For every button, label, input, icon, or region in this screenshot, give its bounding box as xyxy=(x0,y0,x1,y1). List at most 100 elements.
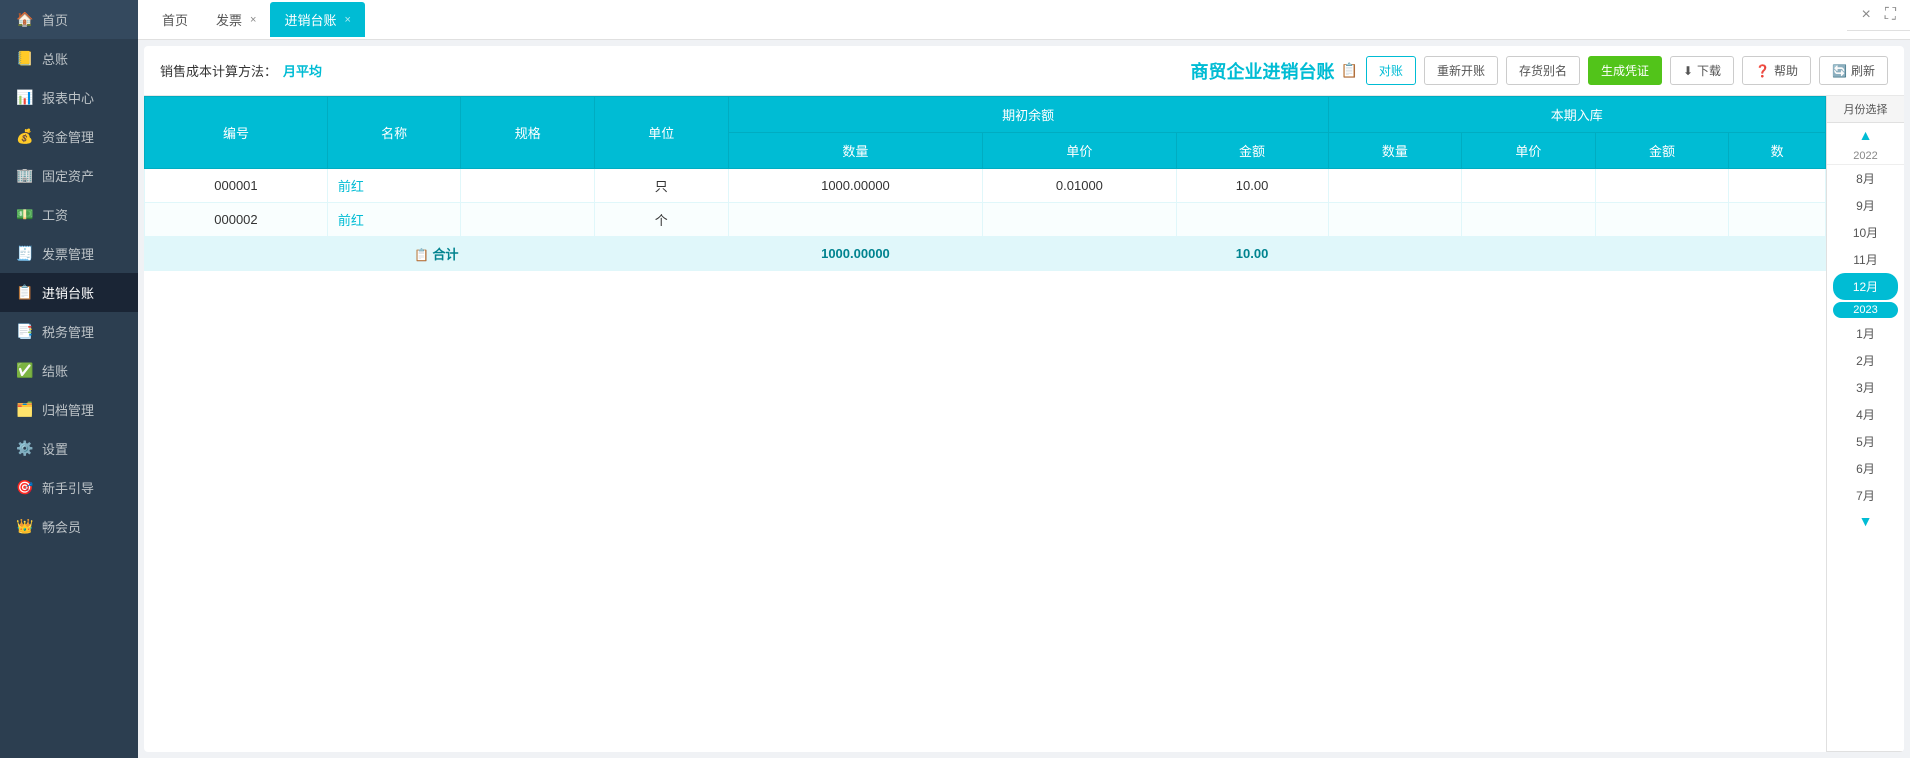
cell-in-price xyxy=(1462,203,1596,237)
sidebar-icon-report: 📊 xyxy=(16,89,34,106)
month-item-2022-9月[interactable]: 9月 xyxy=(1827,192,1904,219)
sidebar-label-archive: 归档管理 xyxy=(42,400,94,419)
sidebar-label-settings: 设置 xyxy=(42,439,68,458)
total-in-price xyxy=(1462,237,1596,271)
tab-bar: 首页发票×进销台账× xyxy=(138,0,1910,40)
tab-home[interactable]: 首页 xyxy=(148,2,202,37)
tab-close-tab-purchase-sale[interactable]: × xyxy=(344,14,350,26)
total-init-amount: 10.00 xyxy=(1176,237,1328,271)
sidebar-item-settings[interactable]: ⚙️ 设置 xyxy=(0,429,138,468)
month-picker-header: 月份选择 xyxy=(1827,96,1904,123)
cell-unit: 只 xyxy=(595,169,729,203)
month-item-2023-5月[interactable]: 5月 xyxy=(1827,428,1904,455)
refresh-icon: 🔄 xyxy=(1832,64,1847,78)
month-item-2022-12月[interactable]: 12月 xyxy=(1833,273,1898,300)
sidebar: 🏠 首页 📒总账📊报表中心💰资金管理 🏢 固定资产 💵工资🧾发票管理📋进销台账📑税务管理✅… xyxy=(0,0,138,758)
save-alias-button[interactable]: 存货别名 xyxy=(1506,56,1580,85)
sidebar-item-fund[interactable]: 💰资金管理 xyxy=(0,117,138,156)
sidebar-item-vip[interactable]: 👑 畅会员 xyxy=(0,507,138,546)
sidebar-item-archive[interactable]: 🗂️ 归档管理 xyxy=(0,390,138,429)
tab-invoice[interactable]: 发票 × xyxy=(202,2,270,37)
th-id: 编号 xyxy=(145,97,328,169)
duizhang-button[interactable]: 对账 xyxy=(1366,56,1416,85)
sidebar-item-salary[interactable]: 💵工资 xyxy=(0,195,138,234)
tab-label-tab-home: 首页 xyxy=(162,10,188,29)
cell-unit: 个 xyxy=(595,203,729,237)
table-total-row: 📋 合计 1000.00000 10.00 xyxy=(145,237,1826,271)
sidebar-icon-fund: 💰 xyxy=(16,128,34,145)
reopen-button[interactable]: 重新开账 xyxy=(1424,56,1498,85)
table-month-row: 编号 名称 规格 单位 期初余额 本期入库 数量 单价 金额 数量 xyxy=(144,96,1904,752)
sidebar-label-home: 首页 xyxy=(42,10,68,29)
sidebar-item-close[interactable]: ✅结账 xyxy=(0,351,138,390)
page-title-area: 商贸企业进销台账 📋 xyxy=(1190,58,1357,84)
minimize-button[interactable]: × xyxy=(1857,6,1874,24)
sidebar-icon-settings: ⚙️ xyxy=(16,440,34,457)
cost-method-value: 月平均 xyxy=(283,61,322,80)
generate-voucher-button[interactable]: 生成凭证 xyxy=(1588,56,1662,85)
cell-init-amount: 10.00 xyxy=(1176,169,1328,203)
sidebar-label-asset: 固定资产 xyxy=(42,166,94,185)
table-wrap[interactable]: 编号 名称 规格 单位 期初余额 本期入库 数量 单价 金额 数量 xyxy=(144,96,1826,752)
tab-label-tab-invoice: 发票 xyxy=(216,10,242,29)
sidebar-label-vip: 畅会员 xyxy=(42,517,81,536)
sidebar-item-guide[interactable]: 🎯新手引导 xyxy=(0,468,138,507)
cost-method-label: 销售成本计算方法： xyxy=(160,61,277,80)
total-label: 📋 合计 xyxy=(145,237,729,271)
total-init-qty: 1000.00000 xyxy=(728,237,983,271)
cell-init-qty: 1000.00000 xyxy=(728,169,983,203)
sidebar-label-guide: 新手引导 xyxy=(42,478,94,497)
th-init-price: 单价 xyxy=(983,133,1176,169)
month-item-2023-3月[interactable]: 3月 xyxy=(1827,374,1904,401)
tab-purchase-sale[interactable]: 进销台账× xyxy=(270,2,364,37)
month-item-2022-8月[interactable]: 8月 xyxy=(1827,165,1904,192)
help-icon: ❓ xyxy=(1755,64,1770,78)
sidebar-item-home[interactable]: 🏠 首页 xyxy=(0,0,138,39)
month-item-2023-1月[interactable]: 1月 xyxy=(1827,320,1904,347)
cell-in-amount xyxy=(1595,203,1729,237)
page-title: 商贸企业进销台账 xyxy=(1190,58,1334,84)
month-item-2023-4月[interactable]: 4月 xyxy=(1827,401,1904,428)
cell-name: 前红 xyxy=(327,203,461,237)
main-table: 编号 名称 规格 单位 期初余额 本期入库 数量 单价 金额 数量 xyxy=(144,96,1826,271)
sidebar-item-tax[interactable]: 📑税务管理 xyxy=(0,312,138,351)
refresh-button[interactable]: 🔄 刷新 xyxy=(1819,56,1888,85)
maximize-button[interactable]: ⛶ xyxy=(1881,6,1900,24)
month-item-2023-6月[interactable]: 6月 xyxy=(1827,455,1904,482)
sidebar-item-purchase-sale[interactable]: 📋进销台账 xyxy=(0,273,138,312)
month-item-2022-11月[interactable]: 11月 xyxy=(1827,246,1904,273)
cell-init-qty xyxy=(728,203,983,237)
cell-in-extra xyxy=(1729,169,1826,203)
year-2023-badge: 2023 xyxy=(1833,302,1898,318)
cell-spec xyxy=(461,169,595,203)
month-nav-up[interactable]: ▲ xyxy=(1827,123,1904,147)
sidebar-icon-vip: 👑 xyxy=(16,518,34,535)
toolbar-left: 销售成本计算方法： 月平均 xyxy=(160,61,1182,80)
month-item-2023-7月[interactable]: 7月 xyxy=(1827,482,1904,509)
download-button[interactable]: ⬇ 下载 xyxy=(1670,56,1734,85)
table-row: 000002 前红 个 xyxy=(145,203,1826,237)
help-button[interactable]: ❓ 帮助 xyxy=(1742,56,1811,85)
window-controls: × ⛶ xyxy=(1847,0,1910,31)
th-in-amount: 金额 xyxy=(1595,133,1729,169)
sidebar-icon-archive: 🗂️ xyxy=(16,401,34,418)
cell-id: 000001 xyxy=(145,169,328,203)
main-area: 首页发票×进销台账× 销售成本计算方法： 月平均 商贸企业进销台账 📋 对账 重… xyxy=(138,0,1910,758)
content-panel: 销售成本计算方法： 月平均 商贸企业进销台账 📋 对账 重新开账 存货别名 生成… xyxy=(144,46,1904,752)
month-item-2022-10月[interactable]: 10月 xyxy=(1827,219,1904,246)
sidebar-item-ledger[interactable]: 📒总账 xyxy=(0,39,138,78)
sidebar-item-invoice[interactable]: 🧾发票管理 xyxy=(0,234,138,273)
sidebar-icon-home: 🏠 xyxy=(16,11,34,28)
sidebar-icon-asset: 🏢 xyxy=(16,167,34,184)
tab-close-tab-invoice[interactable]: × xyxy=(250,14,256,26)
total-in-qty xyxy=(1328,237,1462,271)
month-nav-down[interactable]: ▼ xyxy=(1827,509,1904,533)
month-item-2023-2月[interactable]: 2月 xyxy=(1827,347,1904,374)
th-in-extra: 数 xyxy=(1729,133,1826,169)
sidebar-label-close: 结账 xyxy=(42,361,68,380)
total-in-extra xyxy=(1729,237,1826,271)
download-icon: ⬇ xyxy=(1683,64,1693,78)
sidebar-item-report[interactable]: 📊报表中心 xyxy=(0,78,138,117)
sidebar-item-asset[interactable]: 🏢 固定资产 xyxy=(0,156,138,195)
sidebar-icon-invoice: 🧾 xyxy=(16,245,34,262)
